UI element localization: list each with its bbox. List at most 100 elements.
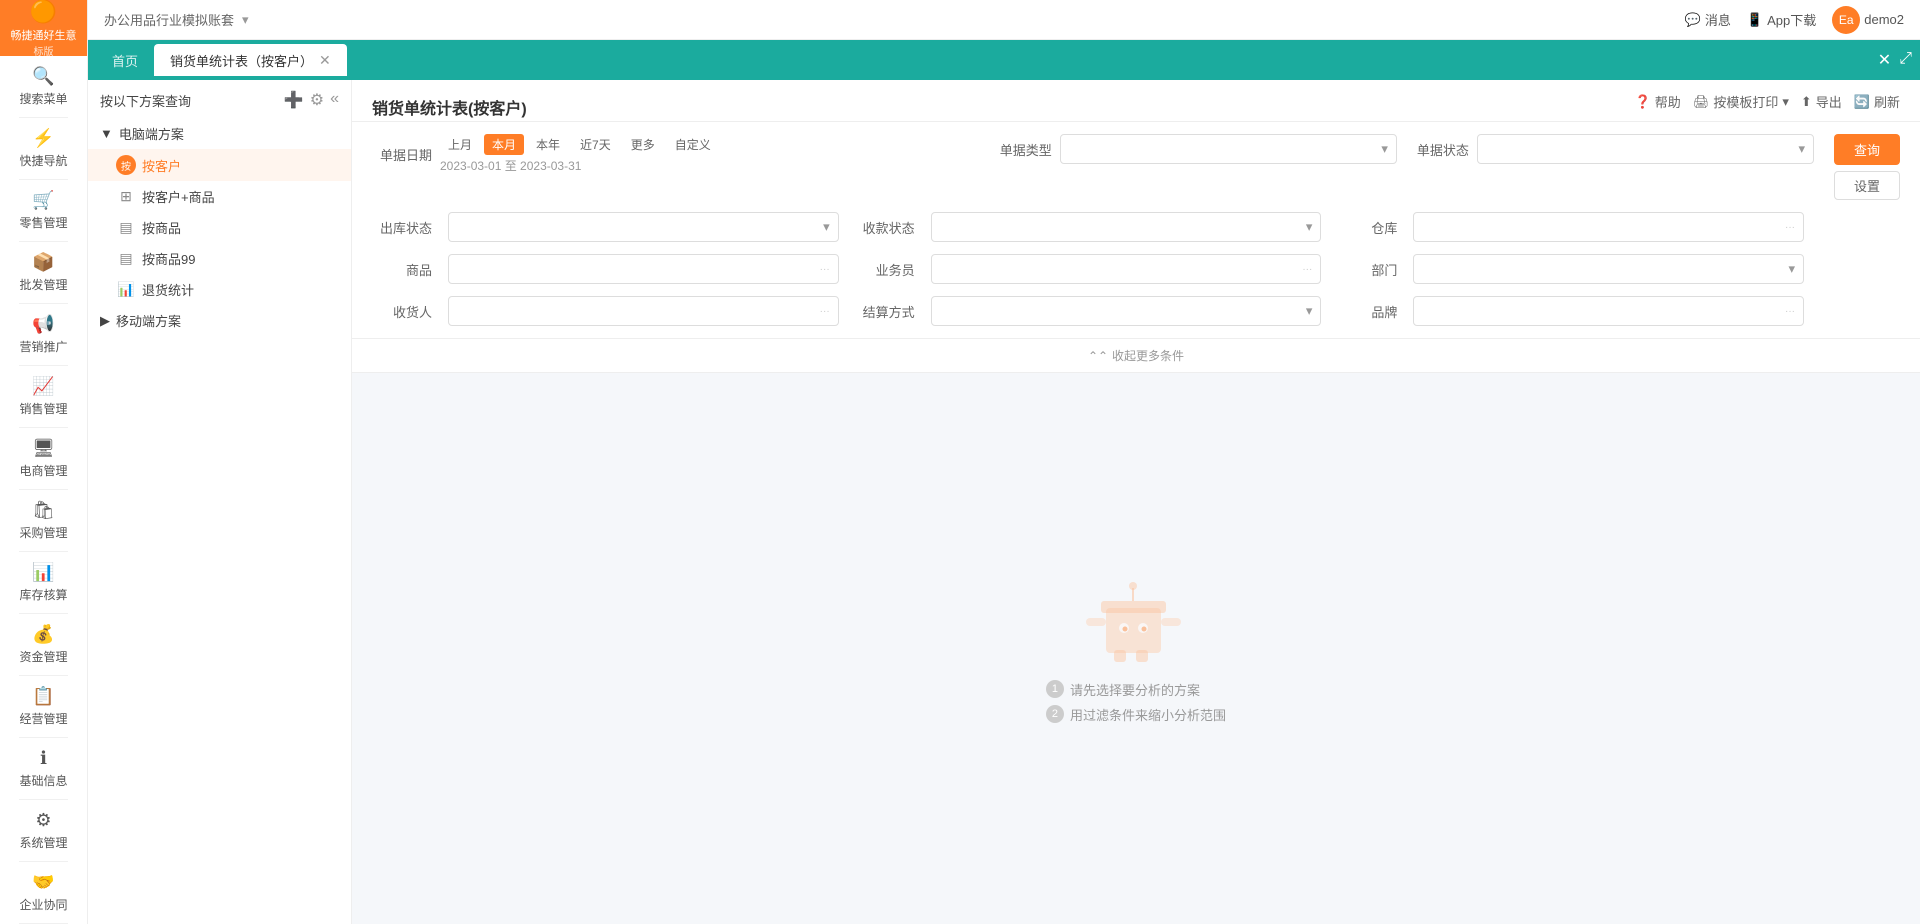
sidebar-item-5[interactable]: 📈 销售管理 [19,366,67,428]
collapse-row: ⌃⌃ 收起更多条件 [352,339,1920,373]
maximize-icon[interactable]: ⤢ [1899,50,1912,70]
grid-icon: ⊞ [116,188,136,205]
warehouse-select[interactable]: ··· [1413,212,1804,242]
print-btn[interactable]: 🖨 按模板打印 ▾ [1693,92,1789,111]
tree-parent-pc[interactable]: ▼ 电脑端方案 [88,118,351,149]
tree-child-goods99[interactable]: ▤ 按商品99 [88,243,351,274]
sidebar-label-2: 零售管理 [19,214,67,231]
hint-text-1: 请先选择要分析的方案 [1070,680,1200,699]
date-more-btn[interactable]: 更多 [623,134,663,155]
tab-home[interactable]: 首页 [96,44,154,76]
receiver-select[interactable]: ··· [448,296,839,326]
sidebar-item-8[interactable]: 📊库存核算 [19,552,67,614]
message-btn[interactable]: 💬 消息 [1685,10,1731,29]
collapse-panel-icon[interactable]: « [330,90,339,110]
top-header: 办公用品行业模拟账套 ▾ 💬 消息 📱 App下载 Ea demo2 [88,0,1920,40]
date-last-7days-btn[interactable]: 近7天 [572,134,619,155]
empty-hints: 1 请先选择要分析的方案 2 用过滤条件来缩小分析范围 [1046,680,1226,730]
panel-header: 按以下方案查询 ➕ ⚙ « [88,90,351,118]
sidebar-item-7[interactable]: 🛍采购管理 [19,490,67,552]
brand-select[interactable]: ··· [1413,296,1804,326]
date-label: 单据日期 [372,145,432,164]
order-status-select[interactable]: ▾ [1477,134,1814,164]
date-this-month-btn[interactable]: 本月 [484,134,524,155]
settlement-select[interactable]: ▾ [931,296,1322,326]
empty-state: 1 请先选择要分析的方案 2 用过滤条件来缩小分析范围 [352,373,1920,924]
sidebar-label-6: 电商管理 [19,462,67,479]
print-label: 按模板打印 [1713,92,1778,111]
sidebar-icon-6: 🖥 [32,438,55,459]
tab-sales-stats[interactable]: 销货单统计表（按客户） ✕ [154,44,347,76]
tab-sales-stats-label: 销货单统计表（按客户） [170,51,313,70]
sidebar-item-4[interactable]: 📢营销推广 [19,304,67,366]
payment-status-select[interactable]: ▾ [931,212,1322,242]
salesperson-select[interactable]: ··· [931,254,1322,284]
table-icon: ▤ [116,219,136,236]
sidebar-item-11[interactable]: ℹ 基础信息 [19,738,67,800]
sidebar-item-9[interactable]: 💰资金管理 [19,614,67,676]
order-status-arrow: ▾ [1798,141,1805,157]
date-last-month-btn[interactable]: 上月 [440,134,480,155]
sidebar-nav: 🔍搜索菜单⚡快捷导航🛒零售管理📦批发管理📢营销推广 📈 销售管理 🖥 电商管理 🛍采购管理… [19,56,67,924]
expand-mobile-icon: ▶ [100,313,110,329]
date-this-year-btn[interactable]: 本年 [528,134,568,155]
header-left: 办公用品行业模拟账套 ▾ [104,10,249,29]
chevron-down-icon[interactable]: ▾ [242,12,249,28]
hint-num-2: 2 [1046,705,1064,723]
sidebar-icon-11: ℹ [40,748,47,769]
sidebar-label-5: 销售管理 [19,400,67,417]
stock-status-select[interactable]: ▾ [448,212,839,242]
stock-status-label: 出库状态 [372,218,432,237]
settings-scheme-icon[interactable]: ⚙ [310,90,324,110]
department-arrow: ▾ [1788,261,1795,277]
app-download-label: App下载 [1767,10,1816,29]
refresh-btn[interactable]: 🔄 刷新 [1854,92,1900,111]
panel-title: 按以下方案查询 [100,91,191,110]
sidebar-label-1: 快捷导航 [19,152,67,169]
help-btn[interactable]: ❓ 帮助 [1635,92,1681,111]
print-dropdown-icon[interactable]: ▾ [1782,94,1789,110]
sidebar-icon-8: 📊 [32,562,54,583]
app-download-btn[interactable]: 📱 App下载 [1747,10,1816,29]
sidebar-item-12[interactable]: ⚙系统管理 [19,800,67,862]
download-icon: 📱 [1747,12,1763,28]
settings-btn[interactable]: 设置 [1834,171,1900,200]
sidebar-item-10[interactable]: 📋经营管理 [19,676,67,738]
panel-actions: ➕ ⚙ « [284,90,339,110]
user-name: demo2 [1864,12,1904,27]
sidebar-item-1[interactable]: ⚡快捷导航 [19,118,67,180]
close-window-icon[interactable]: ✕ [1878,50,1891,70]
scheme-tree: ▼ 电脑端方案 按 按客户 ⊞ 按客户+商品 ▤ 按商品 ▤ 按商品99 [88,118,351,336]
sidebar-item-0[interactable]: 🔍搜索菜单 [19,56,67,118]
content-area: 按以下方案查询 ➕ ⚙ « ▼ 电脑端方案 按 按客户 ⊞ [88,80,1920,924]
sidebar-label-12: 系统管理 [19,834,67,851]
close-tab-icon[interactable]: ✕ [319,52,331,69]
order-type-select[interactable]: ▾ [1060,134,1397,164]
sidebar-item-13[interactable]: 🤝企业协同 [19,862,67,924]
warehouse-dots: ··· [1785,222,1795,233]
tree-child-customer-goods[interactable]: ⊞ 按客户+商品 [88,181,351,212]
page-header: 销货单统计表(按客户) ❓ 帮助 🖨 按模板打印 ▾ ⬆ 导出 [352,80,1920,122]
tree-child-return[interactable]: 📊 退货统计 [88,274,351,305]
tree-child-by-customer[interactable]: 按 按客户 [88,149,351,181]
filter-area: 单据日期 上月 本月 本年 近7天 更多 自定义 2023-03-01 至 20… [352,122,1920,339]
tree-child-goods[interactable]: ▤ 按商品 [88,212,351,243]
user-avatar-area[interactable]: Ea demo2 [1832,6,1904,34]
sidebar-icon-5: 📈 [32,376,54,397]
tree-parent-mobile[interactable]: ▶ 移动端方案 [88,305,351,336]
sidebar-item-6[interactable]: 🖥 电商管理 [19,428,67,490]
sidebar-item-2[interactable]: 🛒零售管理 [19,180,67,242]
date-custom-btn[interactable]: 自定义 [667,134,719,155]
department-select[interactable]: ▾ [1413,254,1804,284]
add-scheme-icon[interactable]: ➕ [284,90,304,110]
goods-select[interactable]: ··· [448,254,839,284]
receiver-label: 收货人 [372,302,432,321]
brand-dots: ··· [1785,306,1795,317]
sidebar-label-11: 基础信息 [19,772,67,789]
tab-bar: 首页 销货单统计表（按客户） ✕ ✕ ⤢ [88,40,1920,80]
export-btn[interactable]: ⬆ 导出 [1801,92,1842,111]
hint-item-2: 2 用过滤条件来缩小分析范围 [1046,705,1226,724]
sidebar-item-3[interactable]: 📦批发管理 [19,242,67,304]
collapse-btn[interactable]: ⌃⌃ 收起更多条件 [1088,347,1184,364]
query-btn[interactable]: 查询 [1834,134,1900,165]
